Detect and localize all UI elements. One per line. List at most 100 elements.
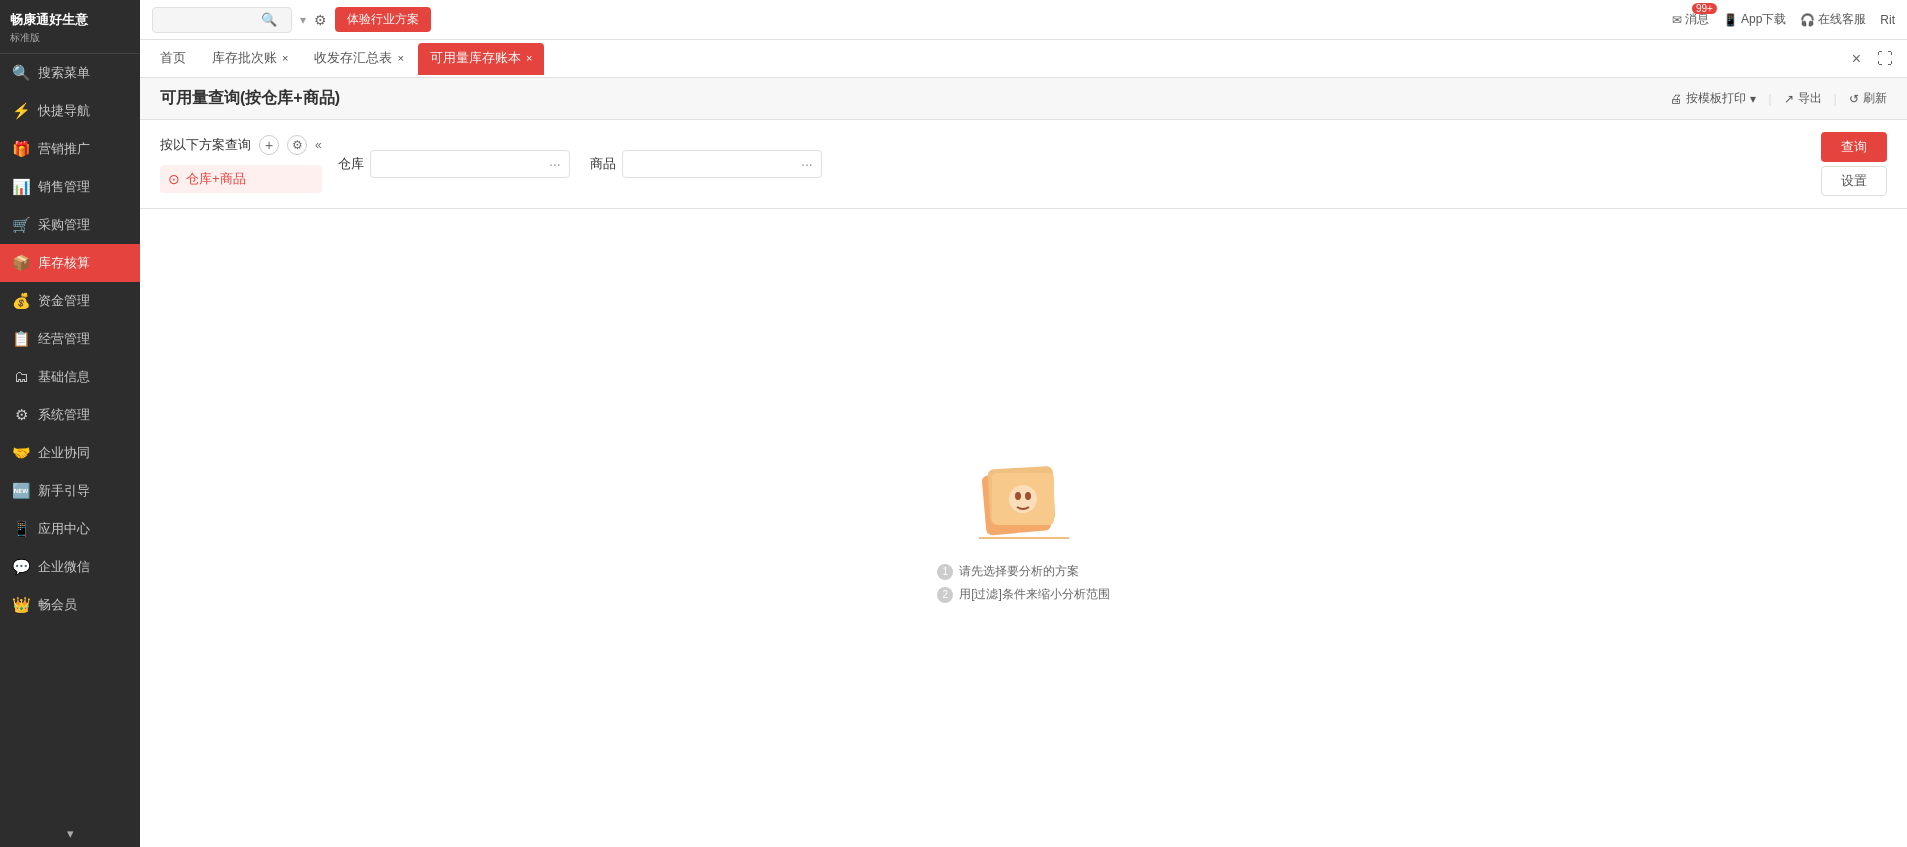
sidebar-item-guide[interactable]: 🆕 新手引导 bbox=[0, 472, 140, 510]
tab-label-summary: 收发存汇总表 bbox=[314, 49, 392, 67]
app-icon: 📱 bbox=[1723, 13, 1738, 27]
online-service-button[interactable]: 🎧 在线客服 bbox=[1800, 11, 1866, 28]
query-right-buttons: 查询 设置 bbox=[1821, 132, 1887, 196]
query-row: 按以下方案查询 + ⚙ « ⊙ 仓库+商品 仓库 bbox=[160, 132, 1887, 196]
svg-point-5 bbox=[1025, 492, 1031, 500]
refresh-icon: ↺ bbox=[1849, 92, 1859, 106]
hint-num-2: 2 bbox=[937, 587, 953, 603]
query-area: 按以下方案查询 + ⚙ « ⊙ 仓库+商品 仓库 bbox=[140, 120, 1907, 209]
print-button[interactable]: 🖨 按模板打印 ▾ bbox=[1670, 90, 1756, 107]
sidebar-item-label-marketing: 营销推广 bbox=[38, 140, 90, 158]
export-label: 导出 bbox=[1798, 90, 1822, 107]
warehouse-more-icon[interactable]: ··· bbox=[549, 156, 561, 172]
sidebar-header: 畅康通好生意 标准版 bbox=[0, 0, 140, 54]
scheme-label-warehouse-goods: 仓库+商品 bbox=[186, 170, 246, 188]
sidebar-item-operations[interactable]: 📋 经营管理 bbox=[0, 320, 140, 358]
sidebar-item-quicknav[interactable]: ⚡ 快捷导航 bbox=[0, 92, 140, 130]
message-badge: 99+ bbox=[1692, 3, 1717, 14]
sidebar-item-search[interactable]: 🔍 搜索菜单 bbox=[0, 54, 140, 92]
tabbar: 首页库存批次账×收发存汇总表×可用量库存账本× × ⛶ bbox=[140, 40, 1907, 78]
tab-available[interactable]: 可用量库存账本× bbox=[418, 43, 544, 75]
goods-input-box[interactable]: ··· bbox=[622, 150, 822, 178]
chevron-down-icon[interactable]: ▾ bbox=[300, 13, 306, 27]
tab-close-summary[interactable]: × bbox=[397, 52, 403, 64]
page-header: 可用量查询(按仓库+商品) 🖨 按模板打印 ▾ | ↗ 导出 | ↺ bbox=[140, 78, 1907, 120]
sidebar-item-appcenter[interactable]: 📱 应用中心 bbox=[0, 510, 140, 548]
warehouse-label: 仓库 bbox=[338, 155, 364, 173]
finance-icon: 💰 bbox=[12, 292, 30, 310]
sidebar-item-label-cooperation: 企业协同 bbox=[38, 444, 90, 462]
warehouse-field-group: 仓库 ··· bbox=[338, 150, 570, 178]
sidebar-item-marketing[interactable]: 🎁 营销推广 bbox=[0, 130, 140, 168]
empty-hint: 1 请先选择要分析的方案 2 用[过滤]条件来缩小分析范围 bbox=[937, 563, 1110, 603]
hint-item-2: 2 用[过滤]条件来缩小分析范围 bbox=[937, 586, 1110, 603]
sidebar-item-wechat[interactable]: 💬 企业微信 bbox=[0, 548, 140, 586]
tab-home[interactable]: 首页 bbox=[148, 43, 198, 75]
main-area: 🔍 ▾ ⚙ 体验行业方案 ✉ 消息 99+ 📱 App下载 🎧 在线客服 bbox=[140, 0, 1907, 847]
guide-icon: 🆕 bbox=[12, 482, 30, 500]
query-fields: 仓库 ··· 商品 ··· bbox=[338, 150, 1805, 178]
tab-summary[interactable]: 收发存汇总表 × bbox=[302, 43, 415, 75]
print-chevron-icon[interactable]: ▾ bbox=[1750, 92, 1756, 106]
wechat-icon: 💬 bbox=[12, 558, 30, 576]
scheme-item-warehouse-goods[interactable]: ⊙ 仓库+商品 bbox=[160, 165, 322, 193]
query-button[interactable]: 查询 bbox=[1821, 132, 1887, 162]
sidebar-item-label-basic: 基础信息 bbox=[38, 368, 90, 386]
close-tab-button[interactable]: × bbox=[1846, 48, 1867, 70]
app-label: App下载 bbox=[1741, 11, 1786, 28]
empty-svg-icon bbox=[974, 453, 1074, 553]
divider1: | bbox=[1768, 91, 1771, 106]
add-scheme-button[interactable]: + bbox=[259, 135, 279, 155]
warehouse-input[interactable] bbox=[379, 157, 545, 171]
appcenter-icon: 📱 bbox=[12, 520, 30, 538]
sidebar-scroll-down[interactable]: ▾ bbox=[0, 820, 140, 847]
hint-text-1: 请先选择要分析的方案 bbox=[959, 563, 1079, 580]
message-button[interactable]: ✉ 消息 99+ bbox=[1672, 11, 1709, 28]
refresh-button[interactable]: ↺ 刷新 bbox=[1849, 90, 1887, 107]
query-header-label: 按以下方案查询 bbox=[160, 136, 251, 154]
warehouse-input-box[interactable]: ··· bbox=[370, 150, 570, 178]
scheme-settings-button[interactable]: ⚙ bbox=[287, 135, 307, 155]
sidebar-item-label-quicknav: 快捷导航 bbox=[38, 102, 90, 120]
sidebar-item-finance[interactable]: 💰 资金管理 bbox=[0, 282, 140, 320]
collapse-icon[interactable]: « bbox=[315, 138, 322, 152]
sidebar-item-sales[interactable]: 📊 销售管理 bbox=[0, 168, 140, 206]
export-button[interactable]: ↗ 导出 bbox=[1784, 90, 1822, 107]
goods-more-icon[interactable]: ··· bbox=[801, 156, 813, 172]
export-icon: ↗ bbox=[1784, 92, 1794, 106]
topbar-search-box[interactable]: 🔍 bbox=[152, 7, 292, 33]
search-icon: 🔍 bbox=[261, 12, 277, 27]
refresh-label: 刷新 bbox=[1863, 90, 1887, 107]
trial-button[interactable]: 体验行业方案 bbox=[335, 7, 431, 32]
sidebar-item-member[interactable]: 👑 畅会员 bbox=[0, 586, 140, 624]
sidebar-item-label-system: 系统管理 bbox=[38, 406, 90, 424]
search-icon: 🔍 bbox=[12, 64, 30, 82]
sidebar-item-label-appcenter: 应用中心 bbox=[38, 520, 90, 538]
sidebar-item-label-member: 畅会员 bbox=[38, 596, 77, 614]
sidebar-item-basic[interactable]: 🗂 基础信息 bbox=[0, 358, 140, 396]
sidebar-item-label-purchase: 采购管理 bbox=[38, 216, 90, 234]
sidebar-item-label-operations: 经营管理 bbox=[38, 330, 90, 348]
setting-button[interactable]: 设置 bbox=[1821, 166, 1887, 196]
maximize-button[interactable]: ⛶ bbox=[1871, 48, 1899, 70]
username-label[interactable]: Rit bbox=[1880, 13, 1895, 27]
sidebar-item-inventory[interactable]: 📦 库存核算 bbox=[0, 244, 140, 282]
query-header: 按以下方案查询 + ⚙ « bbox=[160, 135, 322, 155]
goods-input[interactable] bbox=[631, 157, 797, 171]
topbar-gear-icon[interactable]: ⚙ bbox=[314, 12, 327, 28]
quicknav-icon: ⚡ bbox=[12, 102, 30, 120]
sidebar-item-cooperation[interactable]: 🤝 企业协同 bbox=[0, 434, 140, 472]
sidebar-item-system[interactable]: ⚙ 系统管理 bbox=[0, 396, 140, 434]
topbar: 🔍 ▾ ⚙ 体验行业方案 ✉ 消息 99+ 📱 App下载 🎧 在线客服 bbox=[140, 0, 1907, 40]
search-input[interactable] bbox=[161, 13, 261, 27]
sidebar-item-purchase[interactable]: 🛒 采购管理 bbox=[0, 206, 140, 244]
service-icon: 🎧 bbox=[1800, 13, 1815, 27]
tab-close-batch[interactable]: × bbox=[282, 52, 288, 64]
empty-illustration bbox=[974, 453, 1074, 553]
sidebar-item-label-guide: 新手引导 bbox=[38, 482, 90, 500]
tab-close-available[interactable]: × bbox=[526, 52, 532, 64]
app-download-button[interactable]: 📱 App下载 bbox=[1723, 11, 1786, 28]
tab-batch[interactable]: 库存批次账 × bbox=[200, 43, 300, 75]
sidebar-scroll: 🔍 搜索菜单 ⚡ 快捷导航 🎁 营销推广 📊 销售管理 🛒 采购管理 📦 库存核… bbox=[0, 54, 140, 820]
tab-label-batch: 库存批次账 bbox=[212, 49, 277, 67]
